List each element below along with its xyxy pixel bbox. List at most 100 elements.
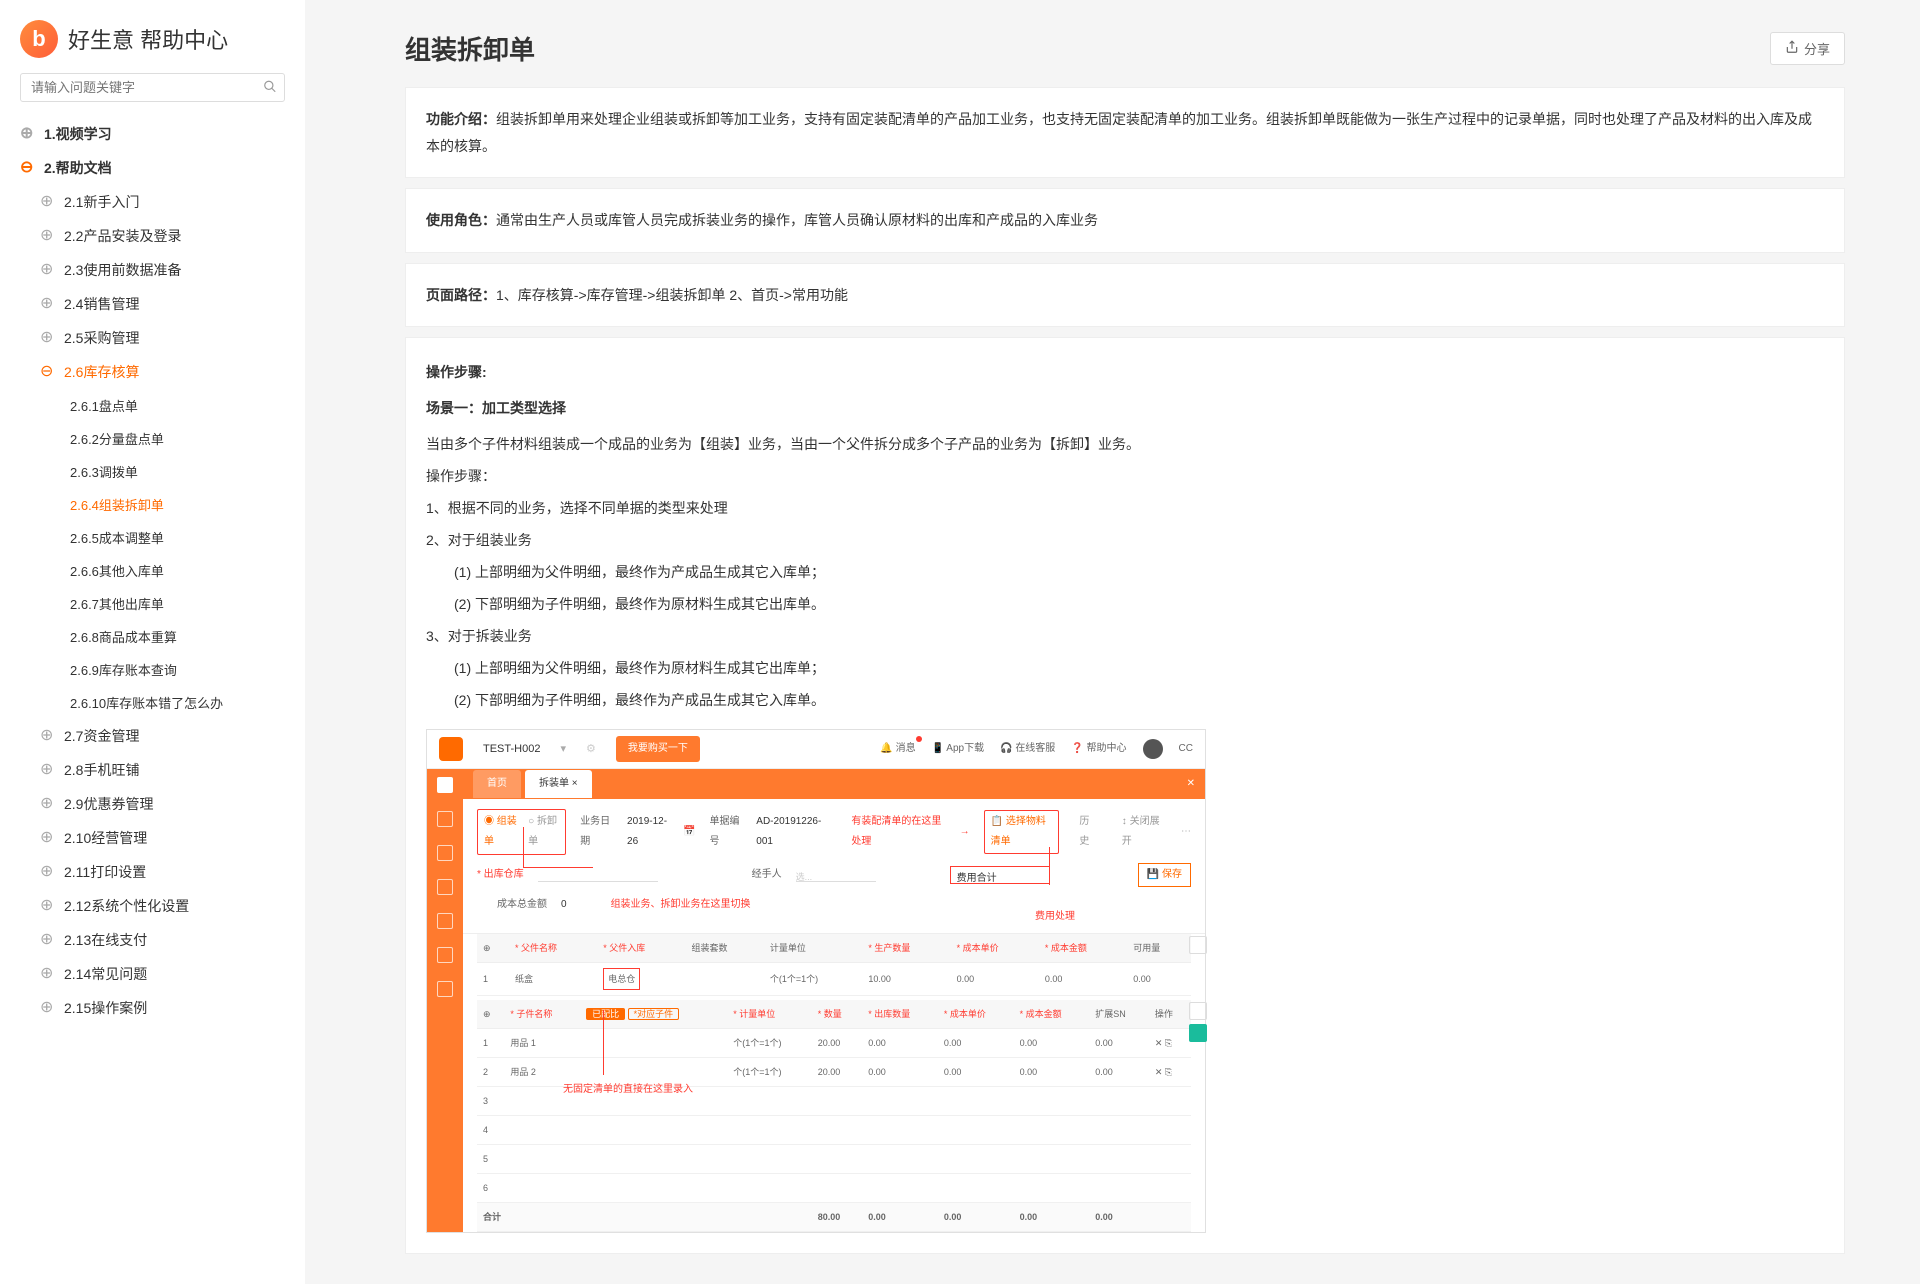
page-header: 组装拆卸单 分享: [405, 30, 1845, 67]
share-button[interactable]: 分享: [1770, 32, 1845, 65]
nav-2-6-3[interactable]: 2.6.3调拨单: [20, 455, 305, 488]
nav-2-9[interactable]: ⊕2.9优惠券管理: [20, 787, 305, 821]
ss-save-label: 保存: [1162, 869, 1182, 880]
nav-2-11[interactable]: ⊕ 2.11打印设置: [20, 855, 305, 889]
ss-input: [538, 868, 658, 882]
plus-icon: ⊕: [40, 262, 56, 278]
nav-label: 2.8手机旺铺: [64, 760, 139, 780]
plus-icon: ⊕: [40, 296, 56, 312]
ss-msg-icon: 🔔 消息: [880, 739, 915, 759]
ss-service-label: 在线客服: [1015, 743, 1055, 754]
nav-2-8[interactable]: ⊕2.8手机旺铺: [20, 753, 305, 787]
search-input[interactable]: [20, 73, 285, 102]
nav-2-1[interactable]: ⊕2.1新手入门: [20, 185, 305, 219]
share-icon: [1785, 40, 1799, 57]
nav-2-6-1[interactable]: 2.6.1盘点单: [20, 389, 305, 422]
nav-2-6-7[interactable]: 2.6.7其他出库单: [20, 587, 305, 620]
nav-2-14[interactable]: ⊕2.14常见问题: [20, 957, 305, 991]
nav-2-6-9[interactable]: 2.6.9库存账本查询: [20, 653, 305, 686]
cell: 0.00: [1089, 1203, 1149, 1232]
ss-save-btn: 💾 保存: [1138, 863, 1191, 887]
minus-icon: ⊖: [20, 160, 36, 176]
nav-label: 2.13在线支付: [64, 930, 147, 950]
nav-video-learning[interactable]: ⊕1.视频学习: [20, 117, 305, 151]
nav-2-6-6[interactable]: 2.6.6其他入库单: [20, 554, 305, 587]
scene-heading: 场景一：加工类型选择: [426, 394, 1824, 422]
plus-icon: ⊕: [20, 126, 36, 142]
nav-list: ⊕1.视频学习 ⊖2.帮助文档 ⊕2.1新手入门 ⊕2.2产品安装及登录 ⊕2.…: [20, 117, 305, 1025]
cell: [504, 1116, 1191, 1145]
th-child-name: * 子件名称: [504, 1000, 580, 1029]
plus-icon: ⊕: [40, 728, 56, 744]
cell: 5: [477, 1145, 504, 1174]
ss-annotation-1: 有装配清单的在这里处理: [851, 812, 941, 852]
nav-label: 2.6.9库存账本查询: [70, 660, 177, 679]
nav-label: 2.9优惠券管理: [64, 794, 153, 814]
nav-2-2[interactable]: ⊕2.2产品安装及登录: [20, 219, 305, 253]
ss-help-label: 帮助中心: [1087, 743, 1127, 754]
nav-2-6-8[interactable]: 2.6.8商品成本重算: [20, 620, 305, 653]
nav-2-5[interactable]: ⊕2.5采购管理: [20, 321, 305, 355]
delete-icon: ✕: [1155, 1038, 1163, 1048]
arrow-line: [523, 867, 593, 868]
nav-help-docs[interactable]: ⊖2.帮助文档: [20, 151, 305, 185]
nav-2-13[interactable]: ⊕ 2.13在线支付: [20, 923, 305, 957]
cell: 4: [477, 1116, 504, 1145]
nav-2-3[interactable]: ⊕2.3使用前数据准备: [20, 253, 305, 287]
nav-2-12[interactable]: ⊕2.12系统个性化设置: [20, 889, 305, 923]
plus-icon: ⊕: [40, 932, 56, 948]
plus-icon: ⊕: [40, 228, 56, 244]
cell-total-label: 合计: [477, 1203, 812, 1232]
ss-btn-label: 关闭展开: [1122, 816, 1160, 847]
ss-nav-icon: [437, 879, 453, 895]
cell: 用品 1: [504, 1029, 580, 1058]
nav-2-10[interactable]: ⊕2.10经营管理: [20, 821, 305, 855]
nav-label: 2.4销售管理: [64, 294, 139, 314]
ss-msg-label: 消息: [896, 743, 916, 754]
table-row: 1 纸盒 电总仓 个(1个=1个) 10.00 0.00 0.00 0.00: [477, 963, 1191, 996]
cell-set: [685, 963, 763, 996]
ss-child-table-wrap: ⊕ * 子件名称 已配比 *对应子件 * 计量单位 * 数量 * 出库数量 * …: [463, 1000, 1205, 1232]
nav-2-6-4[interactable]: 2.6.4组装拆卸单: [20, 488, 305, 521]
search-box: [20, 73, 285, 102]
nav-2-6-5[interactable]: 2.6.5成本调整单: [20, 521, 305, 554]
th-qty: * 数量: [812, 1000, 862, 1029]
ss-radio-disassemble: ○ 拆卸单: [528, 812, 559, 852]
delete-icon: ✕: [1155, 1067, 1163, 1077]
th-cost-price: * 成本单价: [951, 934, 1039, 963]
page-title: 组装拆卸单: [405, 30, 535, 67]
nav-label: 2.11打印设置: [64, 862, 146, 882]
nav-2-15[interactable]: ⊕2.15操作案例: [20, 991, 305, 1025]
sidebar: b 好生意 帮助中心 ⊕1.视频学习 ⊖2.帮助文档 ⊕2.1新手入门 ⊕2.2…: [0, 0, 305, 1284]
nav-2-6[interactable]: ⊖2.6库存核算: [20, 355, 305, 389]
plus-icon: ⊕: [40, 330, 56, 346]
ss-form: ◉ 组装单 ○ 拆卸单 业务日期 2019-12-26 📅 单据编号 AD-20…: [463, 799, 1205, 934]
search-icon[interactable]: [263, 79, 277, 96]
nav-label: 2.6.5成本调整单: [70, 528, 164, 547]
th-available: 可用量: [1127, 934, 1191, 963]
ss-close-icon: ✕: [1187, 774, 1195, 794]
role-label: 使用角色：: [426, 212, 496, 228]
nav-2-6-10[interactable]: 2.6.10库存账本错了怎么办: [20, 686, 305, 719]
cell: 0.00: [938, 1029, 1014, 1058]
ss-parent-table: ⊕ * 父件名称 * 父件入库 组装套数 计量单位 * 生产数量 * 成本单价 …: [477, 934, 1191, 996]
badge-outline: *对应子件: [628, 1008, 680, 1020]
cell: 0.00: [862, 1058, 938, 1087]
nav-label: 2.6库存核算: [64, 362, 139, 382]
th-assemble-set: 组装套数: [685, 934, 763, 963]
nav-label: 2.6.2分量盘点单: [70, 429, 164, 448]
nav-label: 2.7资金管理: [64, 726, 139, 746]
nav-2-4[interactable]: ⊕ 2.4销售管理: [20, 287, 305, 321]
copy-icon: ⎘: [1165, 1038, 1172, 1048]
share-label: 分享: [1804, 39, 1830, 58]
cell: 20.00: [812, 1029, 862, 1058]
nav-label: 2.6.8商品成本重算: [70, 627, 177, 646]
cell-avail: 0.00: [1127, 963, 1191, 996]
ss-expand-btn: ↕ 关闭展开: [1116, 811, 1167, 853]
nav-2-6-2[interactable]: 2.6.2分量盘点单: [20, 422, 305, 455]
nav-2-7[interactable]: ⊕ 2.7资金管理: [20, 719, 305, 753]
plus-icon: ⊕: [40, 864, 56, 880]
more-icon: ⋯: [1181, 822, 1191, 842]
ss-nav-icon: [437, 845, 453, 861]
ss-right-icons: [1189, 936, 1207, 954]
